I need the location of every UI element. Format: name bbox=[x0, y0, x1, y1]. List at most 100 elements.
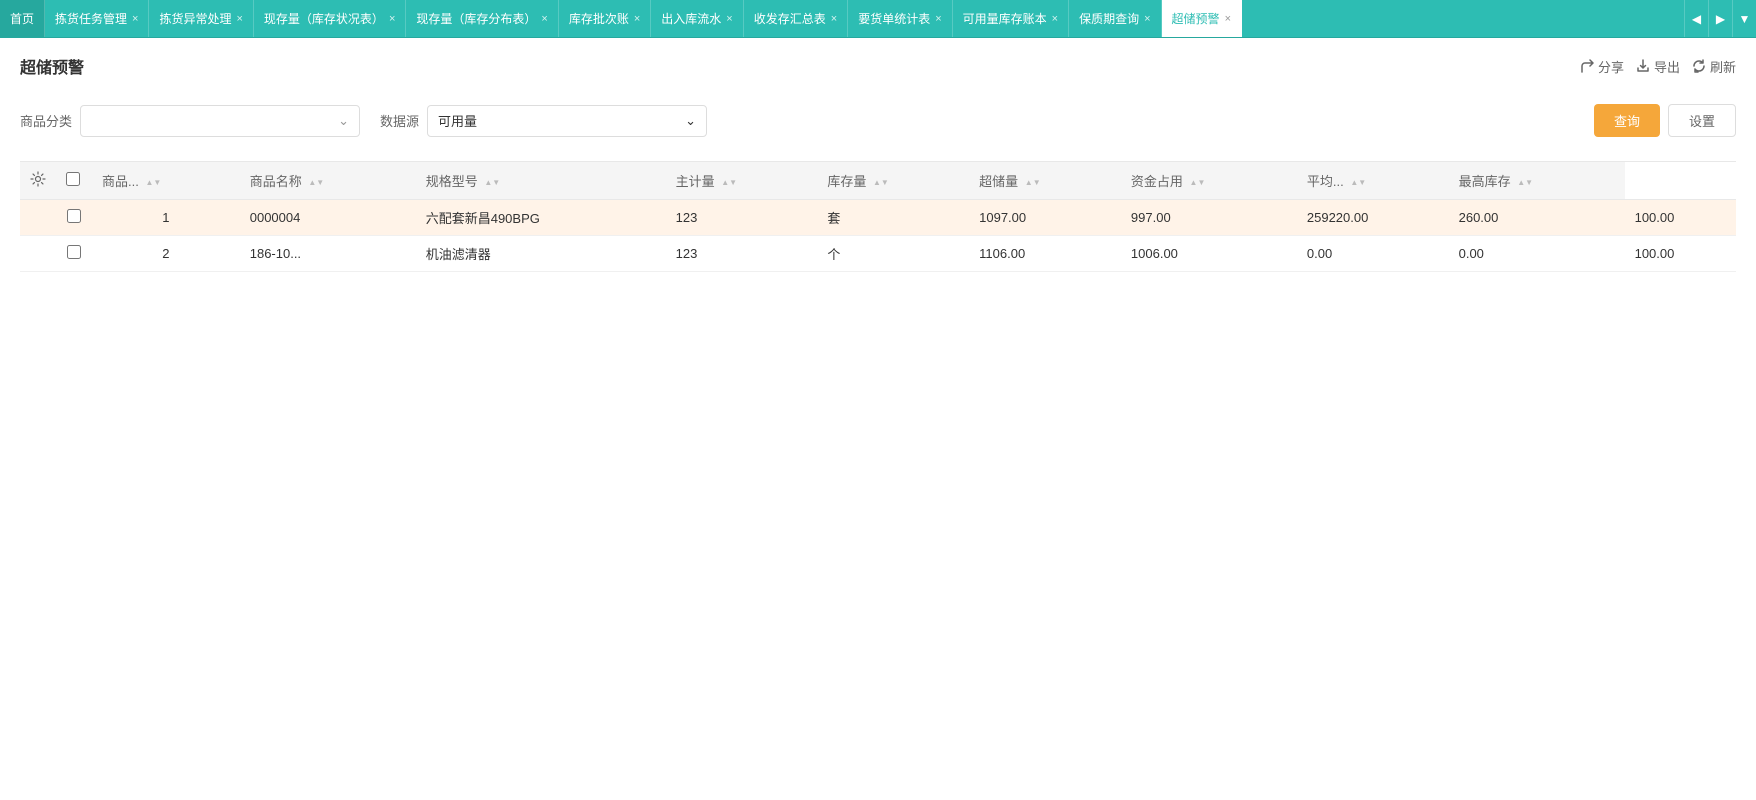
nav-tab-7-close[interactable]: × bbox=[831, 13, 837, 25]
col-stock: 库存量 ▲▼ bbox=[817, 162, 969, 200]
nav-tab-8-label: 要货单统计表 bbox=[858, 10, 930, 27]
row-capital: 259220.00 bbox=[1297, 200, 1449, 236]
col-over-label: 超储量 bbox=[979, 174, 1018, 189]
row-checkbox-cell[interactable] bbox=[56, 236, 92, 272]
row-gear bbox=[20, 236, 56, 272]
row-index: 2 bbox=[92, 236, 240, 272]
row-checkbox-cell[interactable] bbox=[56, 200, 92, 236]
nav-tab-4-close[interactable]: × bbox=[541, 13, 547, 25]
nav-tab-home[interactable]: 首页 bbox=[0, 0, 45, 38]
nav-more-arrow[interactable]: ▼ bbox=[1732, 0, 1756, 38]
filter-area: 商品分类 ⌄ 数据源 可用量 ⌄ 查询 设置 bbox=[20, 94, 1736, 147]
page-title: 超储预警 bbox=[20, 54, 84, 78]
col-unit-sort[interactable]: ▲▼ bbox=[721, 179, 737, 187]
col-stock-sort[interactable]: ▲▼ bbox=[873, 179, 889, 187]
refresh-action[interactable]: 刷新 bbox=[1692, 57, 1736, 76]
table-row: 2 186-10... 机油滤清器 123 个 1106.00 1006.00 … bbox=[20, 236, 1736, 272]
row-unit: 套 bbox=[817, 200, 969, 236]
table-row: 1 0000004 六配套新昌490BPG 123 套 1097.00 997.… bbox=[20, 200, 1736, 236]
col-max-label: 最高库存 bbox=[1459, 174, 1511, 189]
nav-tab-11[interactable]: 超储预警 × bbox=[1162, 0, 1242, 38]
share-label: 分享 bbox=[1598, 57, 1624, 76]
col-name-label: 商品名称 bbox=[250, 174, 302, 189]
nav-next-arrow[interactable]: ▶ bbox=[1708, 0, 1732, 38]
nav-tab-10-close[interactable]: × bbox=[1144, 13, 1150, 25]
nav-tab-2-close[interactable]: × bbox=[236, 13, 242, 25]
row-checkbox[interactable] bbox=[67, 209, 81, 223]
col-stock-label: 库存量 bbox=[827, 174, 866, 189]
col-name-sort[interactable]: ▲▼ bbox=[308, 179, 324, 187]
nav-tab-10-label: 保质期查询 bbox=[1079, 10, 1139, 27]
nav-tab-1[interactable]: 拣货任务管理 × bbox=[45, 0, 149, 38]
category-filter: 商品分类 ⌄ bbox=[20, 105, 360, 137]
col-capital-label: 资金占用 bbox=[1131, 174, 1183, 189]
col-max-sort[interactable]: ▲▼ bbox=[1517, 179, 1533, 187]
col-spec-sort[interactable]: ▲▼ bbox=[484, 179, 500, 187]
data-table: 商品... ▲▼ 商品名称 ▲▼ 规格型号 ▲▼ 主计量 ▲▼ 库存量 ▲▼ bbox=[20, 161, 1736, 272]
col-code: 商品... ▲▼ bbox=[92, 162, 240, 200]
header-actions: 分享 导出 刷新 bbox=[1580, 57, 1736, 76]
row-gear bbox=[20, 200, 56, 236]
nav-tab-9[interactable]: 可用量库存账本 × bbox=[953, 0, 1069, 38]
top-nav: 首页 拣货任务管理 × 拣货异常处理 × 现存量（库存状况表） × 现存量（库存… bbox=[0, 0, 1756, 38]
nav-tab-3[interactable]: 现存量（库存状况表） × bbox=[254, 0, 406, 38]
nav-tab-3-label: 现存量（库存状况表） bbox=[264, 10, 384, 27]
col-code-sort[interactable]: ▲▼ bbox=[145, 179, 161, 187]
nav-tab-5-close[interactable]: × bbox=[634, 13, 640, 25]
nav-tab-11-label: 超储预警 bbox=[1172, 10, 1220, 27]
nav-tab-6-close[interactable]: × bbox=[726, 13, 732, 25]
col-unit-label: 主计量 bbox=[676, 174, 715, 189]
col-avg: 平均... ▲▼ bbox=[1297, 162, 1449, 200]
page-content: 超储预警 分享 导出 刷新 商品 bbox=[0, 38, 1756, 800]
query-button[interactable]: 查询 bbox=[1594, 104, 1660, 137]
nav-tab-8-close[interactable]: × bbox=[935, 13, 941, 25]
nav-tab-5[interactable]: 库存批次账 × bbox=[559, 0, 651, 38]
nav-tab-6-label: 出入库流水 bbox=[661, 10, 721, 27]
row-index: 1 bbox=[92, 200, 240, 236]
nav-tab-3-close[interactable]: × bbox=[389, 13, 395, 25]
col-name: 商品名称 ▲▼ bbox=[240, 162, 416, 200]
nav-tab-7[interactable]: 收发存汇总表 × bbox=[744, 0, 848, 38]
col-over-sort[interactable]: ▲▼ bbox=[1025, 179, 1041, 187]
row-max: 100.00 bbox=[1625, 200, 1736, 236]
col-spec-label: 规格型号 bbox=[426, 174, 478, 189]
row-unit: 个 bbox=[817, 236, 969, 272]
datasource-filter: 数据源 可用量 ⌄ bbox=[380, 105, 707, 137]
row-max: 100.00 bbox=[1625, 236, 1736, 272]
nav-tab-2[interactable]: 拣货异常处理 × bbox=[149, 0, 253, 38]
nav-tab-2-label: 拣货异常处理 bbox=[159, 10, 231, 27]
share-action[interactable]: 分享 bbox=[1580, 57, 1624, 76]
settings-button[interactable]: 设置 bbox=[1668, 104, 1736, 137]
category-select[interactable]: ⌄ bbox=[80, 105, 360, 137]
col-unit: 主计量 ▲▼ bbox=[666, 162, 818, 200]
col-avg-sort[interactable]: ▲▼ bbox=[1350, 179, 1366, 187]
col-capital-sort[interactable]: ▲▼ bbox=[1190, 179, 1206, 187]
row-stock: 1106.00 bbox=[969, 236, 1121, 272]
nav-tab-4[interactable]: 现存量（库存分布表） × bbox=[406, 0, 558, 38]
row-checkbox[interactable] bbox=[67, 245, 81, 259]
nav-tab-7-label: 收发存汇总表 bbox=[754, 10, 826, 27]
row-spec: 123 bbox=[666, 200, 818, 236]
filter-actions-right: 查询 设置 bbox=[1594, 104, 1736, 137]
nav-tab-1-close[interactable]: × bbox=[132, 13, 138, 25]
nav-tab-10[interactable]: 保质期查询 × bbox=[1069, 0, 1161, 38]
nav-tab-8[interactable]: 要货单统计表 × bbox=[848, 0, 952, 38]
select-all-checkbox[interactable] bbox=[66, 172, 80, 186]
datasource-select[interactable]: 可用量 ⌄ bbox=[427, 105, 707, 137]
nav-tab-6[interactable]: 出入库流水 × bbox=[651, 0, 743, 38]
row-code: 0000004 bbox=[240, 200, 416, 236]
share-icon bbox=[1580, 59, 1594, 73]
row-avg: 0.00 bbox=[1449, 236, 1625, 272]
col-select-all[interactable] bbox=[56, 162, 92, 200]
col-over: 超储量 ▲▼ bbox=[969, 162, 1121, 200]
col-avg-label: 平均... bbox=[1307, 174, 1344, 189]
export-action[interactable]: 导出 bbox=[1636, 57, 1680, 76]
row-code: 186-10... bbox=[240, 236, 416, 272]
nav-tab-1-label: 拣货任务管理 bbox=[55, 10, 127, 27]
nav-tab-11-close[interactable]: × bbox=[1225, 13, 1231, 25]
nav-tab-9-close[interactable]: × bbox=[1052, 13, 1058, 25]
col-capital: 资金占用 ▲▼ bbox=[1121, 162, 1297, 200]
category-chevron-icon: ⌄ bbox=[338, 113, 349, 129]
gear-icon[interactable] bbox=[30, 171, 46, 187]
nav-prev-arrow[interactable]: ◀ bbox=[1684, 0, 1708, 38]
